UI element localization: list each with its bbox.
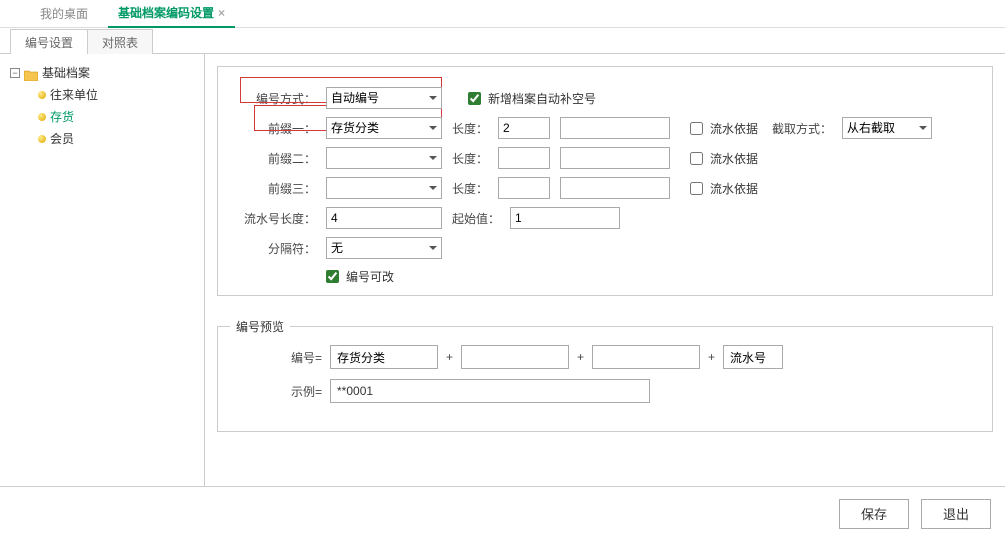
collapse-icon[interactable]: − [10,68,20,78]
preview-example-text: **0001 [337,384,373,398]
input-prefix3-value[interactable] [560,177,670,199]
preview-seg3 [592,345,700,369]
tab-comparison-table[interactable]: 对照表 [87,29,153,54]
bullet-icon [38,113,46,121]
input-start-value[interactable] [510,207,620,229]
label-cut-mode: 截取方式： [768,120,832,137]
tree-item-label: 存货 [50,108,74,126]
tree-item-vendor[interactable]: 往来单位 [38,84,194,106]
select-separator[interactable]: 无 [326,237,442,259]
top-tab-desktop-label: 我的桌面 [40,5,88,22]
checkbox-editable-label: 编号可改 [346,268,394,285]
tree-root[interactable]: − 基础档案 [10,62,194,84]
label-prefix1: 前缀一： [260,120,316,137]
label-len3: 长度： [452,180,488,197]
top-tab-current[interactable]: 基础档案编码设置 × [108,0,235,28]
select-numbering-mode[interactable]: 自动编号 [326,87,442,109]
label-prefix2: 前缀二： [260,150,316,167]
checkbox-flow-dep2-label: 流水依据 [710,150,758,167]
checkbox-flow-dep3-input[interactable] [690,182,703,195]
page-tab-bar: 编号设置 对照表 [0,28,1005,54]
label-example: 示例= [282,383,322,400]
top-tab-desktop[interactable]: 我的桌面 [30,0,98,28]
label-prefix3: 前缀三： [260,180,316,197]
checkbox-flow-dep2-input[interactable] [690,152,703,165]
preview-legend: 编号预览 [230,318,290,335]
folder-icon [24,68,38,79]
plus-icon: + [446,350,453,364]
input-prefix3-length[interactable] [498,177,550,199]
preview-seg4 [723,345,783,369]
checkbox-auto-fill-label: 新增档案自动补空号 [488,90,596,107]
select-prefix2-type[interactable] [326,147,442,169]
input-flow-length[interactable] [326,207,442,229]
label-len1: 长度： [452,120,488,137]
label-preview-eq: 编号= [282,349,322,366]
form-card: 编号方式： 自动编号 新增档案自动补空号 前缀一： 存货分类 [217,66,993,296]
preview-seg2 [461,345,569,369]
tree-panel: − 基础档案 往来单位 存货 会员 [0,54,205,486]
checkbox-editable[interactable]: 编号可改 [322,267,394,286]
select-prefix1-type[interactable]: 存货分类 [326,117,442,139]
checkbox-flow-dep1-input[interactable] [690,122,703,135]
checkbox-editable-input[interactable] [326,270,339,283]
bullet-icon [38,135,46,143]
checkbox-flow-dep1-label: 流水依据 [710,120,758,137]
label-start-val: 起始值： [452,210,500,227]
top-tab-current-label: 基础档案编码设置 [118,4,214,21]
input-prefix1-length[interactable] [498,117,550,139]
preview-card: 编号预览 编号= + + + 示例= **0001 [217,326,993,432]
tab-label: 对照表 [102,34,138,51]
checkbox-flow-dep1[interactable]: 流水依据 [686,119,758,138]
tree-item-inventory[interactable]: 存货 [38,106,194,128]
tree-item-label: 会员 [50,130,74,148]
exit-button[interactable]: 退出 [921,499,991,529]
tree-item-label: 往来单位 [50,86,98,104]
top-tab-bar: 我的桌面 基础档案编码设置 × [0,0,1005,28]
checkbox-flow-dep3[interactable]: 流水依据 [686,179,758,198]
label-separator: 分隔符： [260,240,316,257]
label-mode: 编号方式： [246,90,316,107]
preview-example: **0001 [330,379,650,403]
footer: 保存 退出 [0,486,1005,540]
preview-seg1 [330,345,438,369]
checkbox-auto-fill-input[interactable] [468,92,481,105]
select-cut-mode[interactable]: 从右截取 [842,117,932,139]
tree-item-member[interactable]: 会员 [38,128,194,150]
label-flow-len: 流水号长度： [232,210,316,227]
tree-root-label: 基础档案 [42,64,90,82]
plus-icon: + [577,350,584,364]
select-prefix3-type[interactable] [326,177,442,199]
bullet-icon [38,91,46,99]
input-prefix2-length[interactable] [498,147,550,169]
save-button[interactable]: 保存 [839,499,909,529]
tab-label: 编号设置 [25,34,73,51]
input-prefix1-value[interactable] [560,117,670,139]
input-prefix2-value[interactable] [560,147,670,169]
tab-numbering-settings[interactable]: 编号设置 [10,29,88,54]
plus-icon: + [708,350,715,364]
checkbox-flow-dep3-label: 流水依据 [710,180,758,197]
close-icon[interactable]: × [218,6,225,20]
workspace: − 基础档案 往来单位 存货 会员 [0,54,1005,486]
main-panel: 编号方式： 自动编号 新增档案自动补空号 前缀一： 存货分类 [205,54,1005,486]
checkbox-flow-dep2[interactable]: 流水依据 [686,149,758,168]
label-len2: 长度： [452,150,488,167]
checkbox-auto-fill[interactable]: 新增档案自动补空号 [464,89,596,108]
